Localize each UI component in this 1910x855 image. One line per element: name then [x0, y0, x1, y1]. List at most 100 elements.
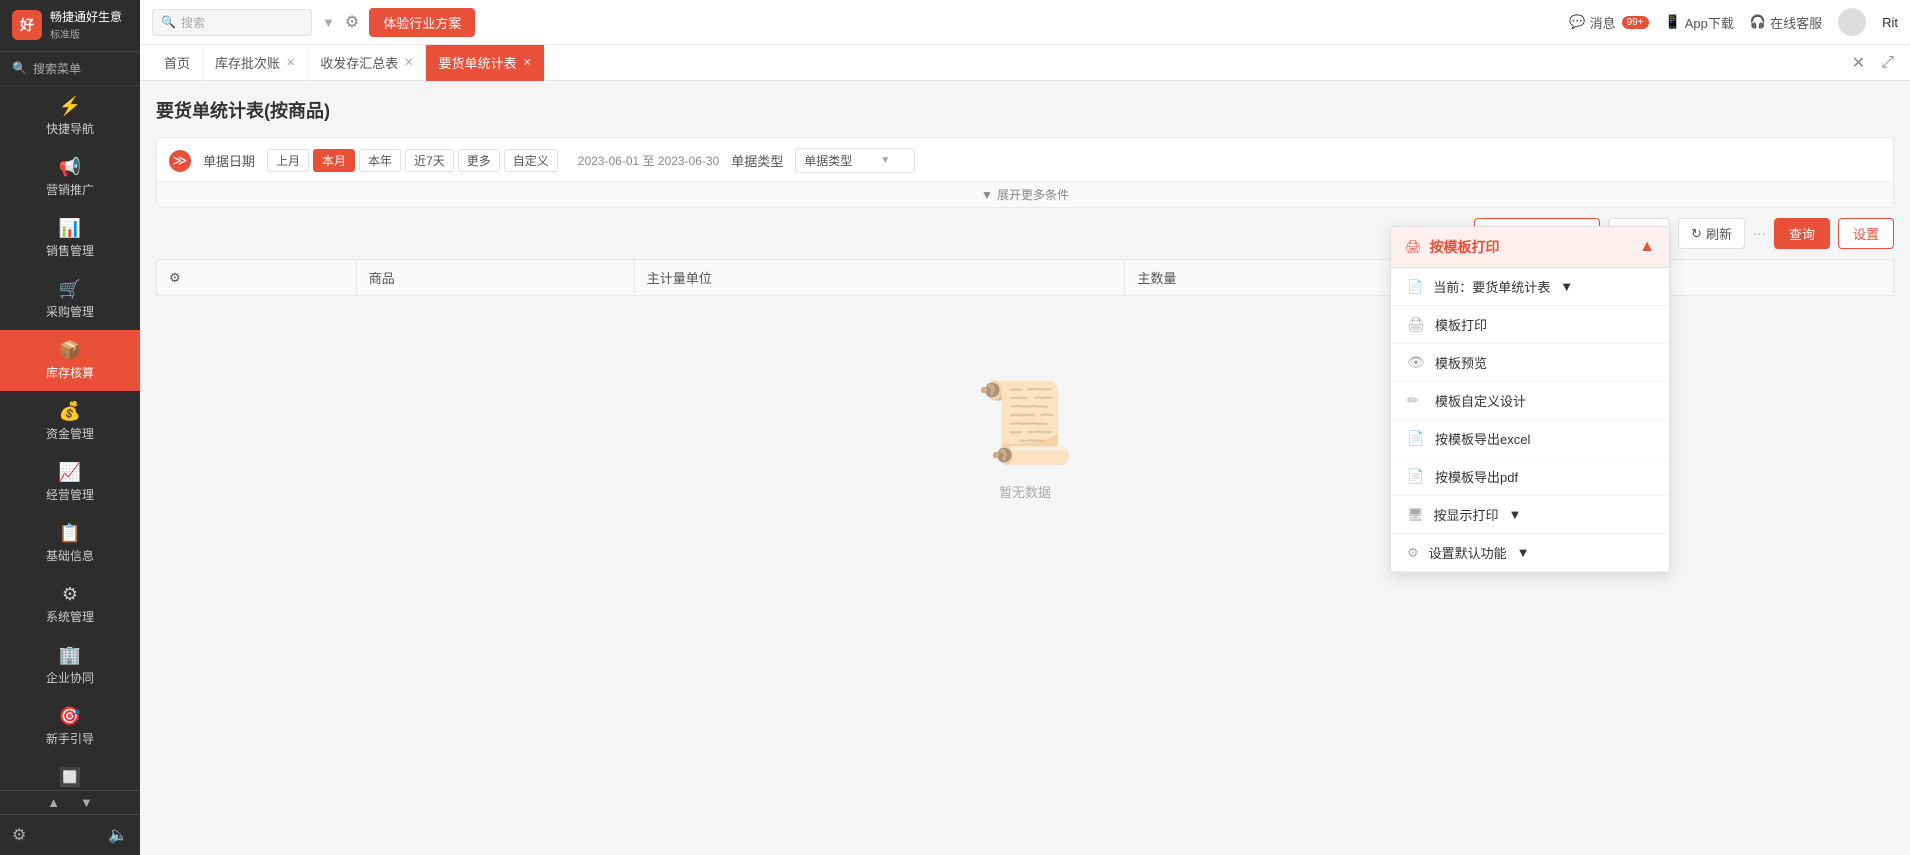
- refresh-btn[interactable]: ↻ 刷新: [1678, 218, 1745, 249]
- operation-icon: 📈: [59, 462, 81, 483]
- sidebar-item-inventory[interactable]: 📦 库存核算: [0, 330, 140, 391]
- tab-close-inventory-batch[interactable]: ✕: [286, 56, 295, 69]
- sidebar-item-basic[interactable]: 📋 基础信息: [0, 513, 140, 574]
- operation-label: 经营管理: [46, 486, 94, 503]
- tab-close-receivable-summary[interactable]: ✕: [404, 56, 413, 69]
- dropdown-item-2[interactable]: ✏ 模板自定义设计: [1391, 382, 1669, 420]
- topbar-right: 💬 消息 99+ 📱 App下载 🎧 在线客服 Rit: [1569, 8, 1898, 36]
- expand-more-btn[interactable]: ▼ 展开更多条件: [157, 181, 1893, 207]
- set-default-icon: ⚙: [1407, 545, 1419, 561]
- col-header-unit: 主计量单位: [634, 260, 1125, 296]
- search-menu-label: 搜索菜单: [33, 60, 81, 77]
- tab-inventory-batch[interactable]: 库存批次账 ✕: [203, 45, 308, 81]
- finance-icon: 💰: [59, 401, 81, 422]
- audio-icon[interactable]: 🔈: [108, 825, 128, 845]
- date-btn-2[interactable]: 本年: [359, 149, 401, 172]
- dropdown-item-label-2: 模板自定义设计: [1435, 391, 1526, 410]
- dropdown-item-0[interactable]: 🖨 模板打印: [1391, 306, 1669, 344]
- set-default-arrow: ▼: [1517, 545, 1530, 560]
- topbar-dropdown-arrow[interactable]: ▼: [322, 15, 335, 30]
- sidebar-item-purchase[interactable]: 🛒 采购管理: [0, 269, 140, 330]
- scroll-up-btn[interactable]: ▲: [47, 795, 60, 810]
- online-service-btn[interactable]: 🎧 在线客服: [1750, 13, 1822, 32]
- basic-label: 基础信息: [46, 547, 94, 564]
- date-label: 单据日期: [203, 151, 255, 170]
- tab-home[interactable]: 首页: [152, 45, 203, 81]
- dropdown-item-label-0: 模板打印: [1435, 315, 1487, 334]
- dropdown-current-template[interactable]: 📄 当前：要货单统计表 ▼: [1391, 268, 1669, 306]
- finance-label: 资金管理: [46, 425, 94, 442]
- dropdown-header: 🖨 按模板打印 ▲: [1391, 227, 1669, 268]
- app-download-label: App下载: [1685, 13, 1734, 32]
- tab-label-home: 首页: [164, 53, 190, 72]
- expand-more-label: 展开更多条件: [997, 186, 1069, 203]
- tab-receivable-summary[interactable]: 收发存汇总表 ✕: [308, 45, 426, 81]
- enterprise-icon: 🏢: [59, 645, 81, 666]
- sidebar-item-guide[interactable]: 🎯 新手引导: [0, 696, 140, 757]
- filter-toggle-btn[interactable]: ≫: [169, 150, 191, 172]
- dropdown-close-btn[interactable]: ▲: [1639, 238, 1655, 256]
- tab-close-order-stats[interactable]: ✕: [523, 56, 532, 69]
- sidebar: 好 畅捷通好生意 标准版 🔍 搜索菜单 ⚡ 快捷导航📢 营销推广📊 销售管理🛒 …: [0, 0, 140, 855]
- more-options-btn[interactable]: ···: [1753, 226, 1766, 241]
- set-default-section[interactable]: ⚙ 设置默认功能 ▼: [1391, 534, 1669, 572]
- date-btn-3[interactable]: 近7天: [405, 149, 454, 172]
- dropdown-item-icon-0: 🖨: [1407, 316, 1425, 333]
- dropdown-item-label-1: 模板预览: [1435, 353, 1487, 372]
- scroll-down-btn[interactable]: ▼: [80, 795, 93, 810]
- topbar-search-box[interactable]: 🔍 搜索: [152, 9, 312, 36]
- message-label: 消息: [1590, 13, 1616, 32]
- dropdown-item-4[interactable]: 📄 按模板导出pdf: [1391, 458, 1669, 496]
- filter-bar: ≫ 单据日期 上月本月本年近7天更多自定义 2023-06-01 至 2023-…: [156, 137, 1894, 208]
- dropdown-item-icon-3: 📄: [1407, 430, 1425, 447]
- doc-type-select[interactable]: 单据类型 ▼: [795, 148, 915, 173]
- dropdown-item-icon-1: 👁: [1407, 354, 1425, 371]
- app-edition: 标准版: [50, 26, 122, 41]
- current-template-label: 当前：要货单统计表: [1433, 277, 1550, 296]
- sidebar-item-appstore[interactable]: 🔲 应用中心: [0, 757, 140, 790]
- topbar-gear-icon[interactable]: ⚙: [345, 12, 359, 32]
- mobile-icon: 📱: [1665, 14, 1681, 30]
- close-window-btn[interactable]: ✕: [1848, 51, 1869, 75]
- sidebar-item-sales[interactable]: 📊 销售管理: [0, 208, 140, 269]
- sidebar-item-operation[interactable]: 📈 经营管理: [0, 452, 140, 513]
- tab-label-inventory-batch: 库存批次账: [215, 53, 280, 72]
- dropdown-item-icon-4: 📄: [1407, 468, 1425, 485]
- date-btn-4[interactable]: 更多: [458, 149, 500, 172]
- date-btn-5[interactable]: 自定义: [504, 149, 558, 172]
- app-name: 畅捷通好生意: [50, 10, 122, 26]
- messages-btn[interactable]: 💬 消息 99+: [1569, 13, 1648, 32]
- expand-window-btn[interactable]: ⤢: [1877, 52, 1898, 74]
- sidebar-item-marketing[interactable]: 📢 营销推广: [0, 147, 140, 208]
- basic-icon: 📋: [59, 523, 81, 544]
- system-label: 系统管理: [46, 608, 94, 625]
- date-btn-0[interactable]: 上月: [267, 149, 309, 172]
- guide-icon: 🎯: [59, 706, 81, 727]
- query-btn[interactable]: 查询: [1774, 218, 1830, 249]
- user-avatar[interactable]: [1838, 8, 1866, 36]
- tab-label-receivable-summary: 收发存汇总表: [320, 53, 398, 72]
- dropdown-item-3[interactable]: 📄 按模板导出excel: [1391, 420, 1669, 458]
- settings-icon[interactable]: ⚙: [12, 825, 26, 845]
- app-download-btn[interactable]: 📱 App下载: [1665, 13, 1734, 32]
- trial-button[interactable]: 体验行业方案: [369, 8, 475, 37]
- dropdown-item-icon-2: ✏: [1407, 392, 1425, 409]
- marketing-icon: 📢: [59, 157, 81, 178]
- logo-icon: 好: [12, 10, 42, 40]
- sidebar-item-system[interactable]: ⚙ 系统管理: [0, 574, 140, 635]
- display-print-section[interactable]: 🖥 按显示打印 ▼: [1391, 496, 1669, 534]
- dropdown-item-1[interactable]: 👁 模板预览: [1391, 344, 1669, 382]
- expand-more-icon: ▼: [981, 188, 993, 202]
- sidebar-item-quick-nav[interactable]: ⚡ 快捷导航: [0, 86, 140, 147]
- date-btn-1[interactable]: 本月: [313, 149, 355, 172]
- settings-btn[interactable]: 设置: [1838, 218, 1894, 249]
- inventory-icon: 📦: [59, 340, 81, 361]
- col-header-product: 商品: [356, 260, 634, 296]
- quick-nav-label: 快捷导航: [46, 120, 94, 137]
- search-menu[interactable]: 🔍 搜索菜单: [0, 52, 140, 86]
- sidebar-item-enterprise[interactable]: 🏢 企业协同: [0, 635, 140, 696]
- page-title: 要货单统计表(按商品): [156, 97, 1894, 123]
- tab-order-stats[interactable]: 要货单统计表✕: [426, 45, 544, 81]
- inventory-label: 库存核算: [46, 364, 94, 381]
- sidebar-item-finance[interactable]: 💰 资金管理: [0, 391, 140, 452]
